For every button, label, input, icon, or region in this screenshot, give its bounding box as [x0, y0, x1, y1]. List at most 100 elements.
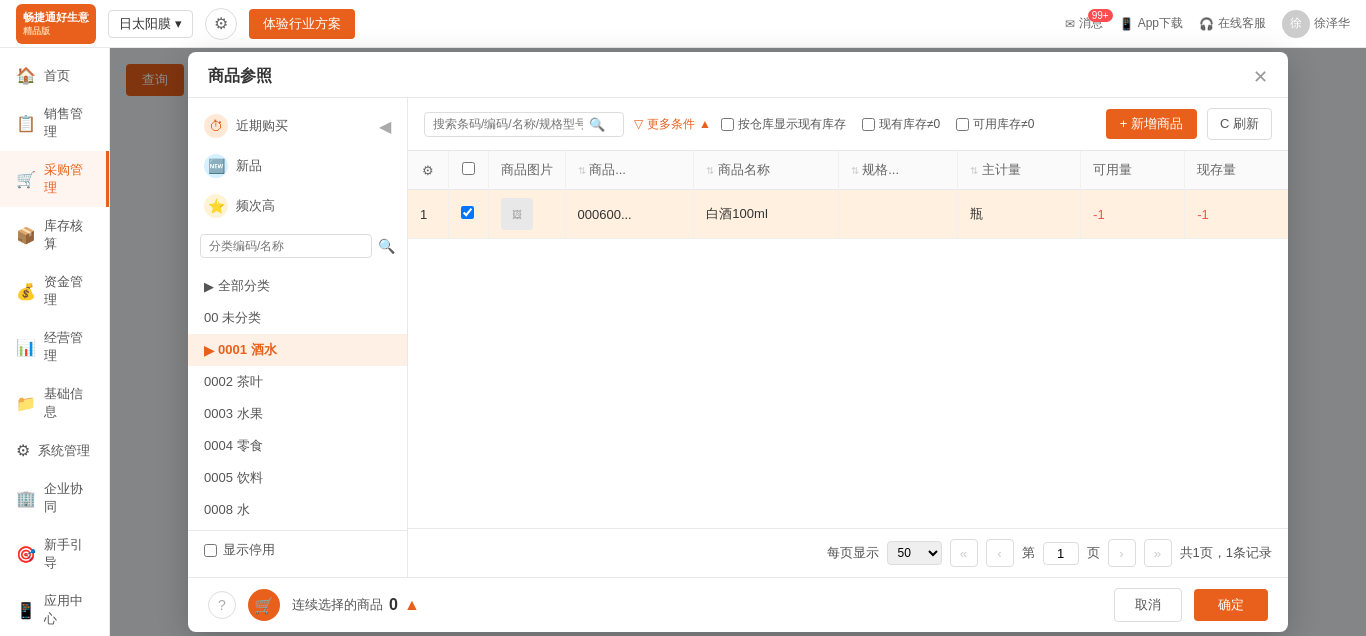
new-label: 新品 [236, 157, 262, 175]
category-0001[interactable]: ▶ 0001 酒水 [188, 334, 407, 366]
product-search-icon[interactable]: 🔍 [589, 117, 605, 132]
app-download-icon[interactable]: 📱 App下载 [1119, 15, 1183, 32]
show-disabled-checkbox[interactable] [204, 544, 217, 557]
messages-icon[interactable]: ✉ 消息 99+ [1065, 15, 1103, 32]
col-stock[interactable]: 现存量 [1185, 151, 1288, 190]
cart-count: 0 [389, 596, 398, 614]
per-page-select[interactable]: 50 10 20 100 [887, 541, 942, 565]
new-products-item[interactable]: 🆕 新品 [188, 146, 407, 186]
current-stock-check[interactable] [862, 118, 875, 131]
col-name[interactable]: ⇅ 商品名称 [694, 151, 838, 190]
sort-code-icon: ⇅ [578, 165, 586, 176]
prev-page-button[interactable]: ‹ [986, 539, 1014, 567]
sidebar-item-apps[interactable]: 📱 应用中心 [0, 582, 109, 636]
sidebar-item-system-label: 系统管理 [38, 442, 90, 460]
category-0003[interactable]: 0003 水果 [188, 398, 407, 430]
user-avatar[interactable]: 徐 徐泽华 [1282, 10, 1350, 38]
page-input[interactable] [1043, 542, 1079, 565]
trial-button[interactable]: 体验行业方案 [249, 9, 355, 39]
category-all[interactable]: ▶ 全部分类 [188, 270, 407, 302]
warehouse-stock-check[interactable] [721, 118, 734, 131]
settings-icon[interactable]: ⚙ [205, 8, 237, 40]
row-img: 🖼 [488, 190, 565, 239]
dialog-close-button[interactable]: ✕ [1253, 68, 1268, 86]
first-page-button[interactable]: « [950, 539, 978, 567]
home-icon: 🏠 [16, 66, 36, 85]
dialog-body: ⏱ 近期购买 ◀ 🆕 新品 ⭐ 频次高 [188, 98, 1288, 577]
col-gear[interactable]: ⚙ [408, 151, 448, 190]
last-page-button[interactable]: » [1144, 539, 1172, 567]
available-stock-checkbox[interactable]: 可用库存≠0 [956, 116, 1034, 133]
product-table: ⚙ 商品图片 ⇅ [408, 151, 1288, 239]
app-label: App下载 [1138, 15, 1183, 32]
search-bar: 🔍 [424, 112, 624, 137]
category-0002[interactable]: 0002 茶叶 [188, 366, 407, 398]
category-0002-label: 0002 茶叶 [204, 373, 263, 391]
col-unit[interactable]: ⇅ 主计量 [958, 151, 1081, 190]
logo-text: 畅捷通好生意 [23, 10, 89, 25]
sidebar-item-system[interactable]: ⚙ 系统管理 [0, 431, 109, 470]
col-spec[interactable]: ⇅ 规格... [838, 151, 958, 190]
current-stock-checkbox[interactable]: 现有库存≠0 [862, 116, 940, 133]
sidebar-item-home[interactable]: 🏠 首页 [0, 56, 109, 95]
category-00[interactable]: 00 未分类 [188, 302, 407, 334]
sales-icon: 📋 [16, 114, 36, 133]
sidebar-item-operation[interactable]: 📊 经营管理 [0, 319, 109, 375]
recent-icon: ⏱ [204, 114, 228, 138]
row-check[interactable] [448, 190, 488, 239]
new-product-icon: 🆕 [204, 154, 228, 178]
category-search-input[interactable] [200, 234, 372, 258]
category-0008[interactable]: 0008 水 [188, 494, 407, 526]
sidebar: 🏠 首页 📋 销售管理 🛒 采购管理 📦 库存核算 💰 资金管理 📊 经营管理 … [0, 48, 110, 636]
category-0005-label: 0005 饮料 [204, 469, 263, 487]
sidebar-item-purchase[interactable]: 🛒 采购管理 [0, 151, 109, 207]
collapse-button[interactable]: ◀ [379, 117, 391, 136]
category-0005[interactable]: 0005 饮料 [188, 462, 407, 494]
right-panel: 🔍 ▽ 更多条件 ▲ 按仓库显示现有库存 [408, 98, 1288, 577]
sidebar-item-finance[interactable]: 💰 资金管理 [0, 263, 109, 319]
confirm-button[interactable]: 确定 [1194, 589, 1268, 621]
page-label: 第 [1022, 544, 1035, 562]
company-selector[interactable]: 日太阳膜 ▾ [108, 10, 193, 38]
recent-purchases-item[interactable]: ⏱ 近期购买 ◀ [188, 106, 407, 146]
add-product-button[interactable]: + 新增商品 [1106, 109, 1197, 139]
more-filters-button[interactable]: ▽ 更多条件 ▲ [634, 116, 711, 133]
recent-label: 近期购买 [236, 117, 288, 135]
refresh-button[interactable]: C 刷新 [1207, 108, 1272, 140]
col-available[interactable]: 可用量 [1081, 151, 1185, 190]
product-thumbnail: 🖼 [501, 198, 533, 230]
row-unit: 瓶 [958, 190, 1081, 239]
category-list: ▶ 全部分类 00 未分类 ▶ 0001 酒水 0002 茶 [188, 266, 407, 530]
available-stock-check[interactable] [956, 118, 969, 131]
category-0004[interactable]: 0004 零食 [188, 430, 407, 462]
cart-button[interactable]: 🛒 [248, 589, 280, 621]
row-spec [838, 190, 958, 239]
sidebar-item-guide[interactable]: 🎯 新手引导 [0, 526, 109, 582]
help-button[interactable]: ? [208, 591, 236, 619]
sidebar-item-enterprise[interactable]: 🏢 企业协同 [0, 470, 109, 526]
row-num: 1 [408, 190, 448, 239]
cancel-button[interactable]: 取消 [1114, 588, 1182, 622]
customer-service-icon[interactable]: 🎧 在线客服 [1199, 15, 1266, 32]
finance-icon: 💰 [16, 282, 36, 301]
footer-collapse-button[interactable]: ▲ [404, 596, 420, 614]
select-all-checkbox[interactable] [462, 162, 475, 175]
row-checkbox[interactable] [461, 206, 474, 219]
chevron-down-icon: ▾ [175, 16, 182, 31]
sidebar-item-base[interactable]: 📁 基础信息 [0, 375, 109, 431]
table-row[interactable]: 1 🖼 000600... 白酒100ml [408, 190, 1288, 239]
dialog-footer: ? 🛒 连续选择的商品 0 ▲ 取消 确定 [188, 577, 1288, 632]
category-search-row: 🔍 [188, 226, 407, 266]
row-available: -1 [1081, 190, 1185, 239]
category-0001-label: 0001 酒水 [218, 341, 277, 359]
sidebar-item-sales[interactable]: 📋 销售管理 [0, 95, 109, 151]
product-search-input[interactable] [433, 117, 583, 131]
sidebar-item-inventory[interactable]: 📦 库存核算 [0, 207, 109, 263]
sidebar-item-guide-label: 新手引导 [44, 536, 93, 572]
sidebar-item-apps-label: 应用中心 [44, 592, 93, 628]
frequent-item[interactable]: ⭐ 频次高 [188, 186, 407, 226]
warehouse-stock-checkbox[interactable]: 按仓库显示现有库存 [721, 116, 846, 133]
category-search-icon[interactable]: 🔍 [378, 238, 395, 254]
col-code[interactable]: ⇅ 商品... [565, 151, 694, 190]
next-page-button[interactable]: › [1108, 539, 1136, 567]
